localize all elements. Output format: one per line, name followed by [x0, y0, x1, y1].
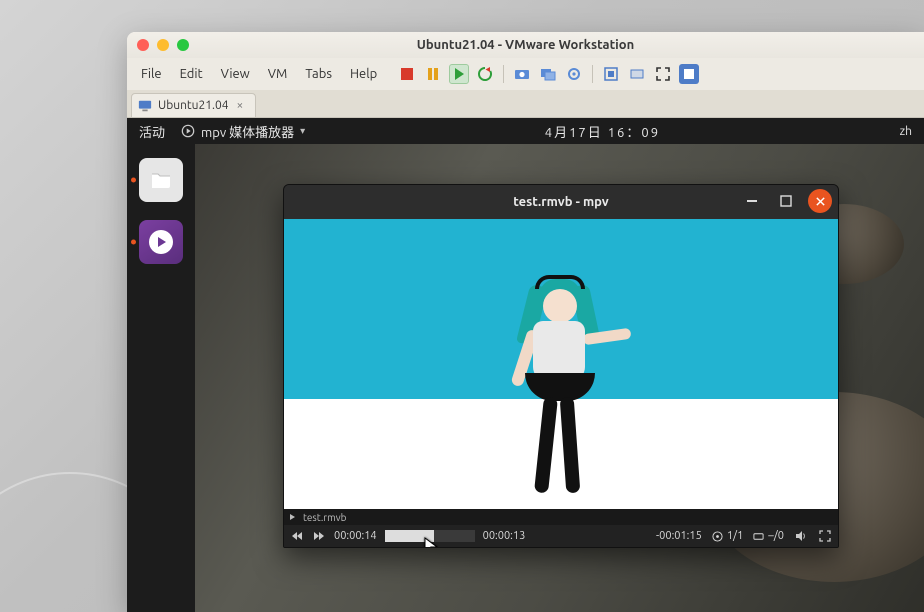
- video-area[interactable]: [284, 219, 838, 509]
- dock-item-files[interactable]: [139, 158, 183, 202]
- menu-help[interactable]: Help: [342, 63, 385, 85]
- chevron-down-icon: ▾: [300, 125, 305, 137]
- mpv-titlebar[interactable]: test.rmvb - mpv: [284, 185, 838, 219]
- time-elapsed[interactable]: 00:00:14: [334, 530, 377, 542]
- chapter-value: 1/1: [727, 530, 743, 542]
- settings-icon[interactable]: [564, 64, 584, 84]
- menu-vm[interactable]: VM: [260, 63, 296, 85]
- stop-icon[interactable]: [397, 64, 417, 84]
- vmware-titlebar[interactable]: Ubuntu21.04 - VMware Workstation: [127, 32, 924, 58]
- input-source-indicator[interactable]: zh: [900, 125, 912, 138]
- vm-tab-ubuntu[interactable]: Ubuntu21.04 ×: [131, 93, 256, 117]
- fit-window-icon[interactable]: [627, 64, 647, 84]
- toolbar-separator: [592, 65, 593, 83]
- vmware-window: Ubuntu21.04 - VMware Workstation File Ed…: [127, 32, 924, 612]
- mpv-title: test.rmvb - mpv: [513, 195, 609, 209]
- mpv-logo-icon: [181, 124, 195, 138]
- volume-icon[interactable]: [794, 529, 808, 543]
- vmware-menubar: File Edit View VM Tabs Help: [127, 58, 924, 90]
- monitor-icon: [138, 99, 152, 113]
- snapshot-take-icon[interactable]: [512, 64, 532, 84]
- activities-button[interactable]: 活动: [139, 122, 165, 141]
- clock[interactable]: 4月17日 16：09: [545, 122, 660, 141]
- skip-back-icon[interactable]: [290, 529, 304, 543]
- maximize-icon[interactable]: [774, 189, 798, 213]
- zoom-icon[interactable]: [177, 39, 189, 51]
- menu-edit[interactable]: Edit: [172, 63, 211, 85]
- menu-file[interactable]: File: [133, 63, 170, 85]
- menu-view[interactable]: View: [213, 63, 258, 85]
- play-icon[interactable]: [449, 64, 469, 84]
- unity-icon[interactable]: [679, 64, 699, 84]
- pause-icon[interactable]: [423, 64, 443, 84]
- seek-bar[interactable]: [385, 530, 475, 542]
- app-menu[interactable]: mpv 媒体播放器 ▾: [181, 122, 305, 141]
- gnome-topbar: 活动 mpv 媒体播放器 ▾ 4月17日 16：09 zh: [127, 118, 924, 144]
- folder-icon: [149, 168, 173, 192]
- vm-tab-label: Ubuntu21.04: [158, 99, 229, 112]
- skip-fwd-icon[interactable]: [312, 529, 326, 543]
- chapter-icon: [712, 531, 723, 542]
- window-controls: [137, 39, 189, 51]
- play-icon: [149, 230, 173, 254]
- mpv-info-bar: test.rmvb: [284, 509, 838, 525]
- chapter-indicator[interactable]: 1/1: [712, 530, 743, 542]
- dock-item-mpv[interactable]: [139, 220, 183, 264]
- snapshot-manager-icon[interactable]: [538, 64, 558, 84]
- seek-bar-fill: [385, 530, 435, 542]
- mpv-window-controls: [740, 189, 832, 213]
- mpv-filename: test.rmvb: [303, 512, 346, 523]
- mpv-window: test.rmvb - mpv: [283, 184, 839, 548]
- tab-close-icon[interactable]: ×: [235, 99, 246, 112]
- guest-desktop: 活动 mpv 媒体播放器 ▾ 4月17日 16：09 zh: [127, 118, 924, 612]
- mpv-osc: 00:00:14 00:00:13 -00:01:15 1/1 –/0: [284, 525, 838, 547]
- app-menu-label: mpv 媒体播放器: [201, 122, 294, 141]
- fullscreen-icon[interactable]: [818, 529, 832, 543]
- minimize-icon[interactable]: [157, 39, 169, 51]
- vmware-toolbar: [397, 64, 699, 84]
- restart-icon[interactable]: [475, 64, 495, 84]
- time-remaining[interactable]: -00:01:15: [656, 530, 702, 542]
- time-step[interactable]: 00:00:13: [483, 530, 526, 542]
- subtitle-icon: [753, 531, 764, 542]
- gnome-dock: [127, 144, 195, 612]
- fit-guest-icon[interactable]: [601, 64, 621, 84]
- close-icon[interactable]: [808, 189, 832, 213]
- play-indicator-icon: [290, 514, 295, 520]
- subtitle-value: –/0: [768, 530, 784, 542]
- close-icon[interactable]: [137, 39, 149, 51]
- minimize-icon[interactable]: [740, 189, 764, 213]
- vmware-title: Ubuntu21.04 - VMware Workstation: [127, 38, 924, 52]
- fullscreen-icon[interactable]: [653, 64, 673, 84]
- video-content-placeholder: [501, 249, 621, 509]
- menu-tabs[interactable]: Tabs: [297, 63, 340, 85]
- subtitle-indicator[interactable]: –/0: [753, 530, 784, 542]
- vmware-tabbar: Ubuntu21.04 ×: [127, 90, 924, 118]
- toolbar-separator: [503, 65, 504, 83]
- guest-wallpaper: test.rmvb - mpv: [195, 144, 924, 612]
